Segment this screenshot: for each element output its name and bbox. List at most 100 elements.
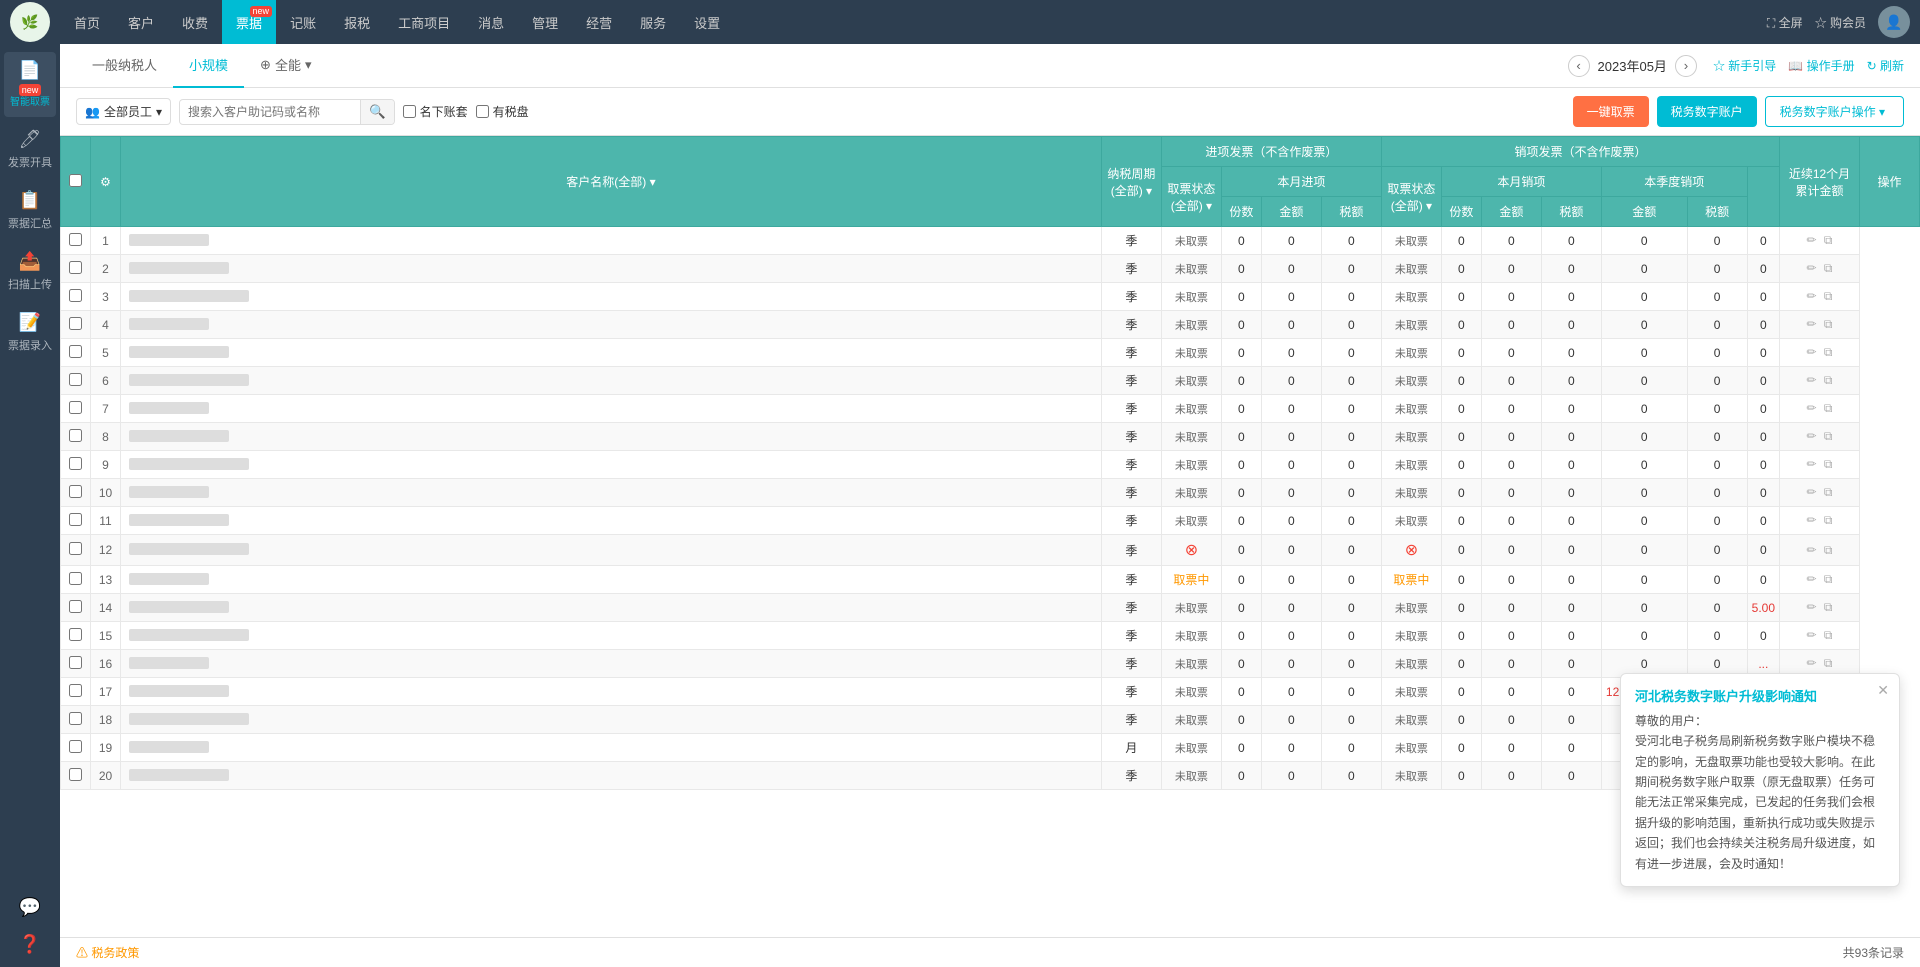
copy-icon[interactable]: ⧉ — [1824, 261, 1833, 275]
sidebar-bottom-icon1[interactable]: 💬 — [19, 897, 41, 918]
row-customer-name[interactable] — [121, 423, 1102, 451]
nav-customer[interactable]: 客户 — [114, 0, 168, 44]
row-checkbox[interactable] — [69, 684, 82, 697]
row-checkbox[interactable] — [69, 261, 82, 274]
copy-icon[interactable]: ⧉ — [1824, 401, 1833, 415]
row-checkbox[interactable] — [69, 768, 82, 781]
employee-filter[interactable]: 👥 全部员工 ▾ — [76, 98, 171, 125]
copy-icon[interactable]: ⧉ — [1824, 513, 1833, 527]
row-customer-name[interactable] — [121, 479, 1102, 507]
refresh-link[interactable]: ↻ 刷新 — [1867, 57, 1904, 74]
row-checkbox[interactable] — [69, 485, 82, 498]
row-customer-name[interactable] — [121, 706, 1102, 734]
copy-icon[interactable]: ⧉ — [1824, 572, 1833, 586]
th-tax-period[interactable]: 纳税周期(全部) ▾ — [1101, 137, 1161, 227]
tax-ops-btn[interactable]: 税务数字账户操作 ▾ — [1765, 96, 1904, 127]
copy-icon[interactable]: ⧉ — [1824, 429, 1833, 443]
row-customer-name[interactable] — [121, 678, 1102, 706]
edit-icon[interactable]: ✏ — [1807, 572, 1817, 586]
edit-icon[interactable]: ✏ — [1807, 401, 1817, 415]
edit-icon[interactable]: ✏ — [1807, 656, 1817, 670]
row-customer-name[interactable] — [121, 451, 1102, 479]
filter-tax-disk[interactable]: 有税盘 — [476, 103, 529, 120]
nav-manage[interactable]: 管理 — [518, 0, 572, 44]
row-checkbox[interactable] — [69, 429, 82, 442]
th-out-status[interactable]: 取票状态(全部) ▾ — [1381, 167, 1441, 227]
row-customer-name[interactable] — [121, 339, 1102, 367]
row-checkbox[interactable] — [69, 317, 82, 330]
nav-home[interactable]: 首页 — [60, 0, 114, 44]
select-all-checkbox[interactable] — [69, 174, 82, 187]
nav-business[interactable]: 工商项目 — [384, 0, 464, 44]
edit-icon[interactable]: ✏ — [1807, 429, 1817, 443]
edit-icon[interactable]: ✏ — [1807, 628, 1817, 642]
guide-link[interactable]: ☆ 新手引导 — [1713, 57, 1776, 74]
row-customer-name[interactable] — [121, 311, 1102, 339]
notif-close-btn[interactable]: ✕ — [1877, 682, 1889, 699]
copy-icon[interactable]: ⧉ — [1824, 373, 1833, 387]
sidebar-item-smart-invoice[interactable]: 📄 new 智能取票 — [4, 52, 56, 117]
row-customer-name[interactable] — [121, 734, 1102, 762]
edit-icon[interactable]: ✏ — [1807, 543, 1817, 557]
tab-general-taxpayer[interactable]: 一般纳税人 — [76, 44, 173, 88]
edit-icon[interactable]: ✏ — [1807, 233, 1817, 247]
th-in-status[interactable]: 取票状态(全部) ▾ — [1161, 167, 1221, 227]
row-checkbox[interactable] — [69, 513, 82, 526]
copy-icon[interactable]: ⧉ — [1824, 543, 1833, 557]
period-next-btn[interactable]: › — [1675, 55, 1697, 77]
edit-icon[interactable]: ✏ — [1807, 345, 1817, 359]
edit-icon[interactable]: ✏ — [1807, 600, 1817, 614]
nav-message[interactable]: 消息 — [464, 0, 518, 44]
nav-settings[interactable]: 设置 — [680, 0, 734, 44]
tax-digital-account-btn[interactable]: 税务数字账户 — [1657, 96, 1757, 127]
one-click-invoice-btn[interactable]: 一键取票 — [1573, 96, 1649, 127]
row-checkbox[interactable] — [69, 373, 82, 386]
sidebar-bottom-icon2[interactable]: ❓ — [19, 934, 41, 955]
copy-icon[interactable]: ⧉ — [1824, 289, 1833, 303]
row-checkbox[interactable] — [69, 457, 82, 470]
copy-icon[interactable]: ⧉ — [1824, 233, 1833, 247]
copy-icon[interactable]: ⧉ — [1824, 628, 1833, 642]
row-checkbox[interactable] — [69, 628, 82, 641]
row-checkbox[interactable] — [69, 572, 82, 585]
nav-accounting[interactable]: 记账 — [276, 0, 330, 44]
row-customer-name[interactable] — [121, 283, 1102, 311]
row-checkbox[interactable] — [69, 600, 82, 613]
period-prev-btn[interactable]: ‹ — [1568, 55, 1590, 77]
checkbox-tax-disk[interactable] — [476, 105, 489, 118]
row-checkbox[interactable] — [69, 401, 82, 414]
tax-policy-link[interactable]: ⚠ 税务政策 — [76, 944, 139, 961]
copy-icon[interactable]: ⧉ — [1824, 485, 1833, 499]
row-customer-name[interactable] — [121, 622, 1102, 650]
filter-subordinate[interactable]: 名下账套 — [403, 103, 468, 120]
th-customer-name[interactable]: 客户名称(全部) ▾ — [121, 137, 1102, 227]
row-checkbox[interactable] — [69, 542, 82, 555]
row-customer-name[interactable] — [121, 762, 1102, 790]
row-checkbox[interactable] — [69, 345, 82, 358]
avatar[interactable]: 👤 — [1878, 6, 1910, 38]
edit-icon[interactable]: ✏ — [1807, 373, 1817, 387]
tab-small-scale[interactable]: 小规模 — [173, 44, 244, 88]
checkbox-subordinate[interactable] — [403, 105, 416, 118]
sidebar-item-entry[interactable]: 📝 票据录入 — [4, 304, 56, 361]
sidebar-item-scan[interactable]: 📤 扫描上传 — [4, 243, 56, 300]
search-button[interactable]: 🔍 — [360, 100, 394, 124]
row-checkbox[interactable] — [69, 656, 82, 669]
nav-invoice[interactable]: 票据 new — [222, 0, 276, 44]
tab-all-capable[interactable]: ⊕全能 ▾ — [244, 44, 327, 88]
row-customer-name[interactable] — [121, 650, 1102, 678]
nav-operation[interactable]: 经营 — [572, 0, 626, 44]
edit-icon[interactable]: ✏ — [1807, 289, 1817, 303]
row-checkbox[interactable] — [69, 233, 82, 246]
manual-link[interactable]: 📖 操作手册 — [1788, 57, 1854, 74]
edit-icon[interactable]: ✏ — [1807, 261, 1817, 275]
copy-icon[interactable]: ⧉ — [1824, 345, 1833, 359]
copy-icon[interactable]: ⧉ — [1824, 317, 1833, 331]
member-btn[interactable]: ☆ 购会员 — [1815, 14, 1866, 31]
edit-icon[interactable]: ✏ — [1807, 513, 1817, 527]
copy-icon[interactable]: ⧉ — [1824, 656, 1833, 670]
row-customer-name[interactable] — [121, 594, 1102, 622]
row-customer-name[interactable] — [121, 227, 1102, 255]
nav-tax[interactable]: 报税 — [330, 0, 384, 44]
search-input[interactable] — [180, 101, 360, 123]
